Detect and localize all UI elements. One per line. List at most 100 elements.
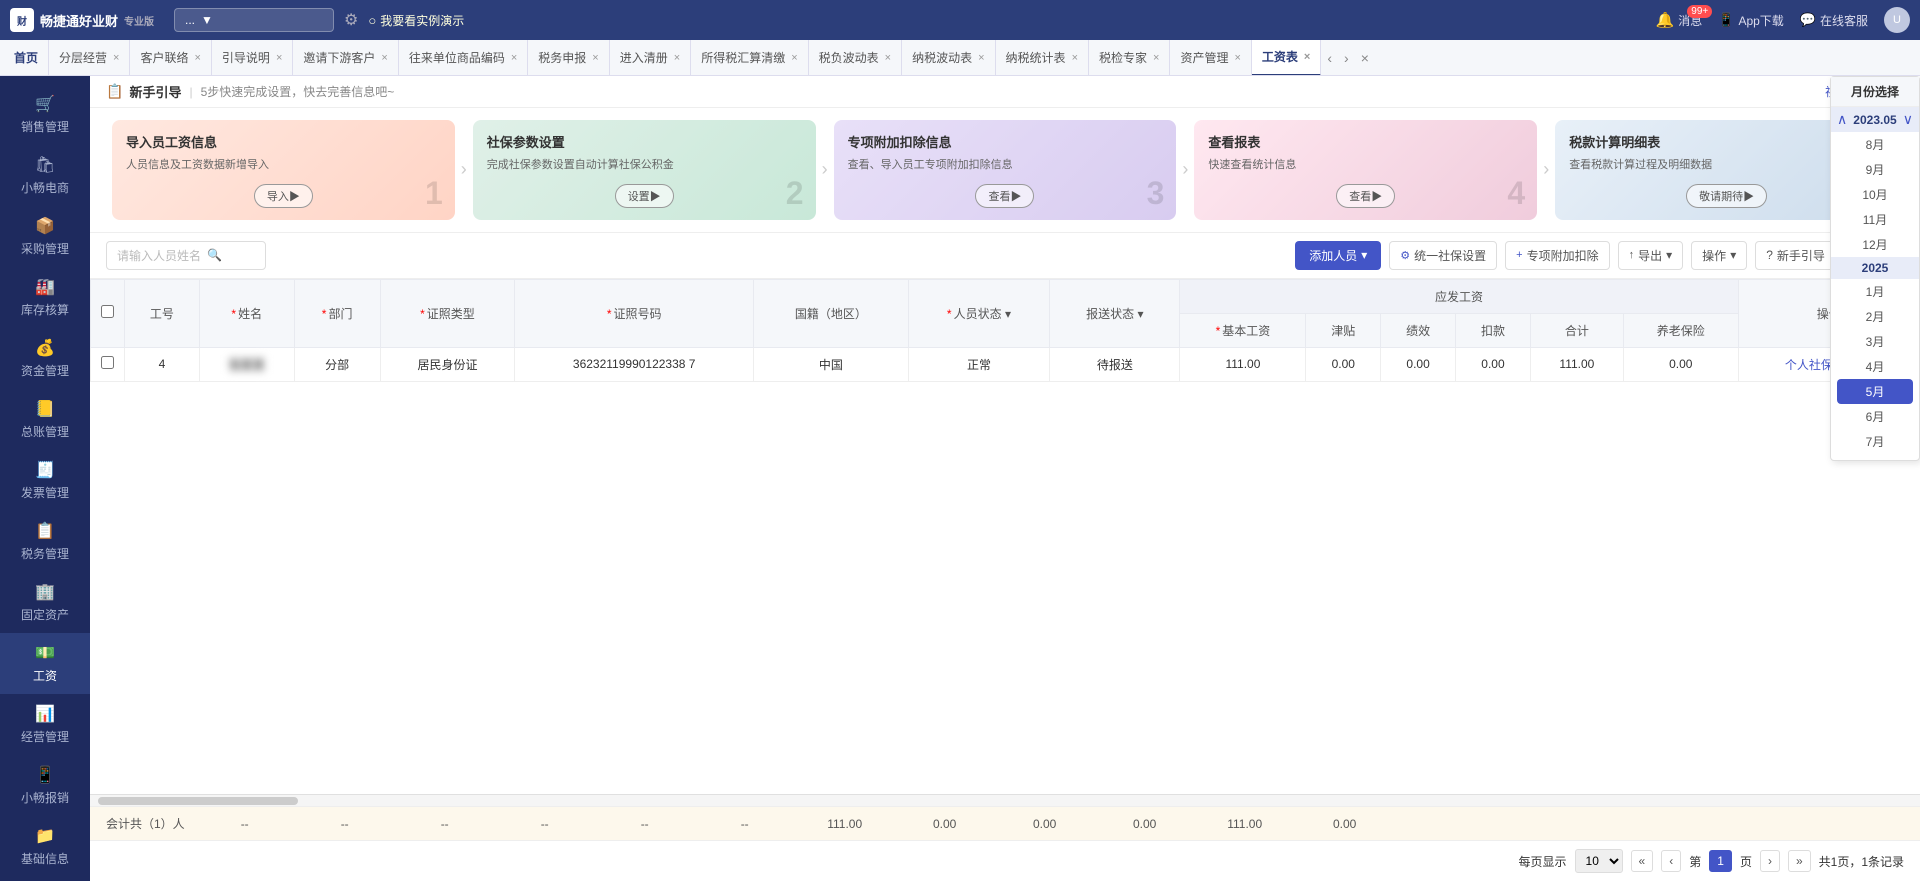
tab-close-all[interactable]: ×	[1355, 50, 1375, 66]
th-allowance: 津贴	[1306, 313, 1381, 347]
tab-roster[interactable]: 进入清册×	[610, 40, 691, 76]
tab-tax-burden[interactable]: 税负波动表×	[809, 40, 902, 76]
month-10[interactable]: 10月	[1831, 182, 1919, 207]
sidebar-item-inventory[interactable]: 🏭库存核算	[0, 267, 90, 328]
tab-fengjing[interactable]: 分层经营×	[49, 40, 130, 76]
table-footer: 会计共（1）人 -- -- -- -- -- -- 111.00 0.00 0.…	[90, 806, 1920, 840]
month-2[interactable]: 2月	[1831, 304, 1919, 329]
tab-tax-report[interactable]: 税务申报×	[528, 40, 609, 76]
month-8[interactable]: 8月	[1831, 132, 1919, 157]
company-selector[interactable]: ... ▼	[174, 8, 334, 32]
sidebar-item-sales[interactable]: 🛒销售管理	[0, 84, 90, 145]
footer-sum: 111.00	[1205, 817, 1285, 831]
tab-prev[interactable]: ‹	[1321, 50, 1338, 66]
tab-tax-settle[interactable]: 所得税汇算清缴×	[691, 40, 808, 76]
sidebar-item-system[interactable]: ⚙系统管理	[0, 877, 90, 881]
sidebar-item-ecommerce[interactable]: 🛍小畅电商	[0, 145, 90, 206]
tab-salary[interactable]: 工资表×	[1252, 40, 1321, 76]
tab-tax-wave[interactable]: 纳税波动表×	[902, 40, 995, 76]
gear-icon[interactable]: ⚙	[344, 10, 358, 30]
sidebar-item-finance[interactable]: 💰资金管理	[0, 328, 90, 389]
cell-allowance: 0.00	[1306, 347, 1381, 381]
month-picker-title: 月份选择	[1831, 77, 1919, 107]
th-id-number: 证照号码	[515, 279, 754, 347]
tab-bar: 首页 分层经营× 客户联络× 引导说明× 邀请下游客户× 往来单位商品编码× 税…	[0, 40, 1920, 76]
step-4-btn[interactable]: 查看▶	[1336, 184, 1395, 208]
select-all-checkbox[interactable]	[101, 305, 114, 318]
th-base-wage: 基本工资	[1180, 313, 1306, 347]
sidebar-item-marketing[interactable]: 📱小畅报销	[0, 755, 90, 816]
cell-base-wage: 111.00	[1180, 347, 1306, 381]
month-list: 8月 9月 10月 11月 12月 2025 1月 2月 3月 4月 5月 6月…	[1831, 132, 1919, 454]
newbie-guide-button[interactable]: ? 新手引导	[1755, 241, 1836, 270]
user-avatar[interactable]: U	[1884, 7, 1910, 33]
special-deduction-button[interactable]: + 专项附加扣除	[1505, 241, 1609, 270]
first-page-btn[interactable]: «	[1631, 850, 1654, 872]
next-page-btn[interactable]: ›	[1760, 850, 1780, 872]
tab-kehu[interactable]: 客户联络×	[130, 40, 211, 76]
cell-id-type: 居民身份证	[380, 347, 515, 381]
month-year-2025: 2025	[1831, 257, 1919, 279]
row-checkbox[interactable]	[101, 356, 114, 369]
footer-deduction: 0.00	[1105, 817, 1185, 831]
step-5-btn[interactable]: 敬请期待▶	[1686, 184, 1767, 208]
per-page-label: 每页显示	[1519, 853, 1567, 870]
month-3[interactable]: 3月	[1831, 329, 1919, 354]
app-download-button[interactable]: 📱 App下载	[1718, 12, 1784, 29]
sidebar-item-ledger[interactable]: 📒总账管理	[0, 389, 90, 450]
sidebar-item-purchase[interactable]: 📦采购管理	[0, 206, 90, 267]
step-2-btn[interactable]: 设置▶	[615, 184, 674, 208]
search-placeholder: 请输入人员姓名	[117, 247, 201, 264]
month-7[interactable]: 7月	[1831, 429, 1919, 454]
per-page-select[interactable]: 10 20 50	[1575, 849, 1623, 873]
sidebar-item-tax[interactable]: 📋税务管理	[0, 511, 90, 572]
tab-yindao[interactable]: 引导说明×	[212, 40, 293, 76]
search-icon[interactable]: 🔍	[207, 248, 222, 262]
month-year-prev[interactable]: ∧	[1837, 111, 1847, 128]
current-page-btn[interactable]: 1	[1709, 850, 1732, 872]
salary-table-wrapper: 工号 姓名 部门 证照类型 证照号码 国籍（地区） 人员状态 ▾ 报送状态 ▾ …	[90, 279, 1920, 795]
horizontal-scrollbar[interactable]	[90, 794, 1920, 806]
th-department: 部门	[294, 279, 380, 347]
step-3-btn[interactable]: 查看▶	[975, 184, 1034, 208]
tab-product-code[interactable]: 往来单位商品编码×	[399, 40, 528, 76]
tab-invite[interactable]: 邀请下游客户×	[293, 40, 398, 76]
prev-page-btn[interactable]: ‹	[1661, 850, 1681, 872]
month-4[interactable]: 4月	[1831, 354, 1919, 379]
month-12[interactable]: 12月	[1831, 232, 1919, 257]
month-6[interactable]: 6月	[1831, 404, 1919, 429]
action-social-insurance[interactable]: 个人社保	[1785, 358, 1833, 372]
month-year-label: 2023.05	[1853, 113, 1896, 127]
sidebar-item-operation[interactable]: 📊经营管理	[0, 694, 90, 755]
sidebar-item-salary[interactable]: 💵工资	[0, 633, 90, 694]
month-1[interactable]: 1月	[1831, 279, 1919, 304]
th-total: 合计	[1530, 313, 1623, 347]
step-3: 专项附加扣除信息 查看、导入员工专项附加扣除信息 查看▶ 3	[834, 120, 1177, 220]
export-button[interactable]: ↑ 导出 ▾	[1618, 241, 1684, 270]
month-9[interactable]: 9月	[1831, 157, 1919, 182]
step-2: 社保参数设置 完成社保参数设置自动计算社保公积金 设置▶ 2	[473, 120, 816, 220]
tab-home[interactable]: 首页	[4, 40, 49, 76]
demo-button[interactable]: ○ 我要看实例演示	[368, 12, 464, 29]
message-button[interactable]: 🔔 消息 99+	[1656, 11, 1703, 29]
month-11[interactable]: 11月	[1831, 207, 1919, 232]
cell-status: 正常	[908, 347, 1049, 381]
tab-next[interactable]: ›	[1338, 50, 1355, 66]
action-button[interactable]: 操作 ▾	[1691, 241, 1747, 270]
sidebar-item-basicinfo[interactable]: 📁基础信息	[0, 816, 90, 877]
last-page-btn[interactable]: »	[1788, 850, 1811, 872]
step-1-btn[interactable]: 导入▶	[254, 184, 313, 208]
online-service-button[interactable]: 💬 在线客服	[1800, 12, 1868, 29]
month-5[interactable]: 5月	[1837, 379, 1913, 404]
sidebar-item-fixed-asset[interactable]: 🏢固定资产	[0, 572, 90, 633]
sidebar-item-invoice[interactable]: 🧾发票管理	[0, 450, 90, 511]
cell-pension: 0.00	[1623, 347, 1738, 381]
tab-tax-stat[interactable]: 纳税统计表×	[996, 40, 1089, 76]
cell-deduction: 0.00	[1456, 347, 1531, 381]
month-year-next[interactable]: ∨	[1903, 111, 1913, 128]
tab-tax-check[interactable]: 税检专家×	[1089, 40, 1170, 76]
social-insurance-setting-button[interactable]: ⚙ 统一社保设置	[1389, 241, 1497, 270]
add-person-button[interactable]: 添加人员 ▾	[1295, 241, 1381, 270]
search-box: 请输入人员姓名 🔍	[106, 241, 266, 270]
tab-asset[interactable]: 资产管理×	[1170, 40, 1251, 76]
